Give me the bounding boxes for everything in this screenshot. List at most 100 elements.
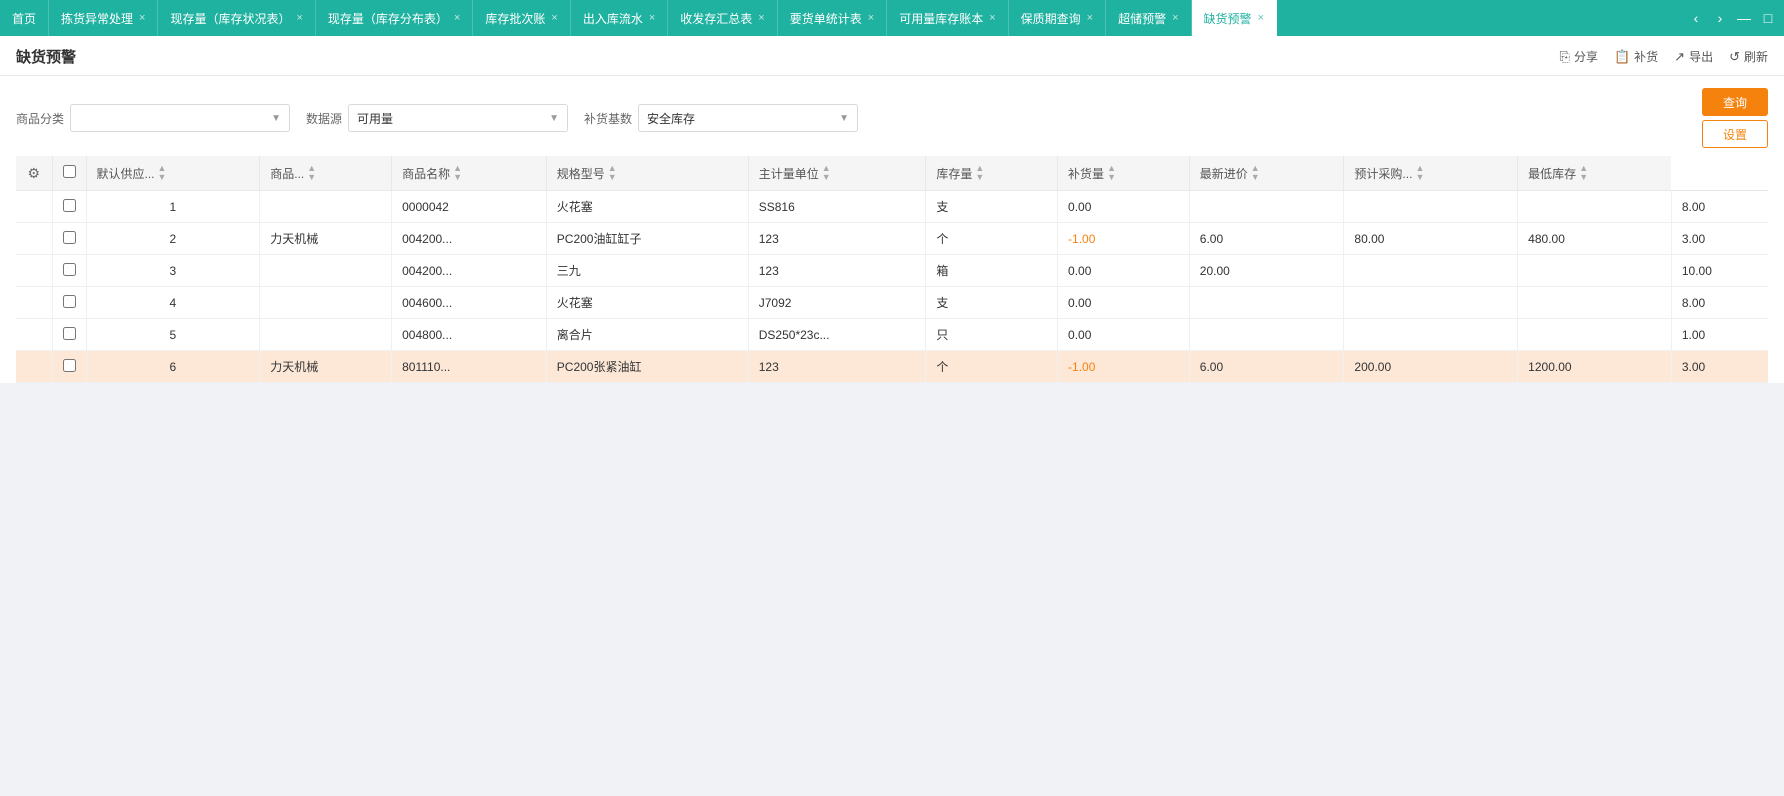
export-icon: ↗	[1674, 49, 1685, 65]
tab-picking[interactable]: 拣货异常处理 ×	[49, 0, 158, 36]
column-settings-icon[interactable]: ⚙	[27, 165, 40, 181]
row-goods-name-4: 离合片	[546, 319, 748, 351]
tab-summary[interactable]: 收发存汇总表 ×	[668, 0, 777, 36]
row-supplier-4	[260, 319, 392, 351]
tab-available-book[interactable]: 可用量库存账本 ×	[887, 0, 1008, 36]
sort-est-purchase-icon[interactable]: ▲▼	[1415, 164, 1424, 182]
row-check-3[interactable]	[52, 287, 86, 319]
share-button[interactable]: ⎘ 分享	[1560, 48, 1598, 65]
tab-flow[interactable]: 出入库流水 ×	[571, 0, 668, 36]
table-row[interactable]: 2 力天机械 004200... PC200油缸缸子 123 个 -1.00 6…	[16, 223, 1768, 255]
close-tab-expiry[interactable]: ×	[1087, 12, 1093, 24]
tab-overstock[interactable]: 超储预警 ×	[1106, 0, 1191, 36]
settings-button[interactable]: 设置	[1702, 120, 1768, 148]
sort-replenish-icon[interactable]: ▲▼	[1107, 164, 1116, 182]
row-check-2[interactable]	[52, 255, 86, 287]
sort-min-stock-icon[interactable]: ▲▼	[1579, 164, 1588, 182]
row-est-purchase-0	[1518, 191, 1672, 223]
category-label: 商品分类	[16, 110, 64, 127]
close-tab-flow[interactable]: ×	[649, 12, 655, 24]
row-spec-4: DS250*23c...	[748, 319, 926, 351]
table-row[interactable]: 4 004600... 火花塞 J7092 支 0.00 8.00	[16, 287, 1768, 319]
export-button[interactable]: ↗ 导出	[1674, 48, 1713, 65]
close-tab-inventory-dist[interactable]: ×	[454, 12, 460, 24]
sort-stock-icon[interactable]: ▲▼	[975, 164, 984, 182]
replenish-select[interactable]: 安全库存 ▼	[638, 104, 858, 132]
refresh-button[interactable]: ↺ 刷新	[1729, 48, 1768, 65]
select-all-checkbox[interactable]	[63, 165, 76, 178]
sort-latest-price-icon[interactable]: ▲▼	[1251, 164, 1260, 182]
row-check-1[interactable]	[52, 223, 86, 255]
th-check	[52, 156, 86, 191]
datasource-select-value: 可用量	[357, 110, 549, 127]
tab-inventory-status[interactable]: 现存量（库存状况表） ×	[158, 0, 315, 36]
tab-shortage[interactable]: 缺货预警 ×	[1192, 0, 1277, 36]
row-goods-name-2: 三九	[546, 255, 748, 287]
th-est-purchase: 预计采购... ▲▼	[1344, 156, 1518, 191]
row-goods-code-4: 004800...	[392, 319, 547, 351]
sort-goods-name-icon[interactable]: ▲▼	[453, 164, 462, 182]
row-checkbox-5[interactable]	[63, 359, 76, 372]
row-checkbox-4[interactable]	[63, 327, 76, 340]
close-tab-overstock[interactable]: ×	[1172, 12, 1178, 24]
replenish-button[interactable]: 📋 补货	[1614, 48, 1658, 65]
row-checkbox-1[interactable]	[63, 231, 76, 244]
table-container: ⚙ 默认供应... ▲▼	[0, 156, 1784, 383]
close-tab-inventory-status[interactable]: ×	[296, 12, 302, 24]
table-header-row: ⚙ 默认供应... ▲▼	[16, 156, 1768, 191]
row-min-stock-5: 3.00	[1671, 351, 1768, 383]
row-goods-code-0: 0000042	[392, 191, 547, 223]
sort-spec-icon[interactable]: ▲▼	[608, 164, 617, 182]
row-checkbox-3[interactable]	[63, 295, 76, 308]
table-row[interactable]: 3 004200... 三九 123 箱 0.00 20.00 10.00	[16, 255, 1768, 287]
row-supplier-5: 力天机械	[260, 351, 392, 383]
datasource-select[interactable]: 可用量 ▼	[348, 104, 568, 132]
row-checkbox-2[interactable]	[63, 263, 76, 276]
row-goods-code-1: 004200...	[392, 223, 547, 255]
row-min-stock-0: 8.00	[1671, 191, 1768, 223]
replenish-filter-group: 补货基数 安全库存 ▼	[584, 104, 858, 132]
table-row[interactable]: 5 004800... 离合片 DS250*23c... 只 0.00 1.00	[16, 319, 1768, 351]
row-gear-1	[16, 223, 52, 255]
close-tab-shortage[interactable]: ×	[1258, 12, 1264, 24]
close-tab-picking[interactable]: ×	[139, 12, 145, 24]
row-check-0[interactable]	[52, 191, 86, 223]
datasource-label: 数据源	[306, 110, 342, 127]
row-min-stock-1: 3.00	[1671, 223, 1768, 255]
row-unit-5: 个	[926, 351, 1058, 383]
th-goods-name: 商品名称 ▲▼	[392, 156, 547, 191]
sort-goods-code-icon[interactable]: ▲▼	[307, 164, 316, 182]
filter-actions: 查询 设置	[1702, 88, 1768, 148]
window-maximize[interactable]: □	[1756, 6, 1780, 30]
row-est-purchase-1: 480.00	[1518, 223, 1672, 255]
row-check-4[interactable]	[52, 319, 86, 351]
table-body: 1 0000042 火花塞 SS816 支 0.00 8.00 2 力天机械 0…	[16, 191, 1768, 383]
row-supplier-2	[260, 255, 392, 287]
tab-expiry[interactable]: 保质期查询 ×	[1009, 0, 1106, 36]
th-spec: 规格型号 ▲▼	[546, 156, 748, 191]
close-tab-available-book[interactable]: ×	[989, 12, 995, 24]
category-select[interactable]: ▼	[70, 104, 290, 132]
row-check-5[interactable]	[52, 351, 86, 383]
tab-inventory-dist[interactable]: 现存量（库存分布表） ×	[316, 0, 473, 36]
row-gear-3	[16, 287, 52, 319]
window-minimize[interactable]: —	[1732, 6, 1756, 30]
close-tab-order-stat[interactable]: ×	[868, 12, 874, 24]
close-tab-batch-account[interactable]: ×	[551, 12, 557, 24]
tab-order-stat[interactable]: 要货单统计表 ×	[778, 0, 887, 36]
tab-scroll-right[interactable]: ›	[1708, 6, 1732, 30]
close-tab-summary[interactable]: ×	[758, 12, 764, 24]
row-checkbox-0[interactable]	[63, 199, 76, 212]
query-button[interactable]: 查询	[1702, 88, 1768, 116]
row-gear-5	[16, 351, 52, 383]
tab-batch-account[interactable]: 库存批次账 ×	[473, 0, 570, 36]
row-replenish-5: 6.00	[1189, 351, 1344, 383]
row-unit-4: 只	[926, 319, 1058, 351]
table-row[interactable]: 1 0000042 火花塞 SS816 支 0.00 8.00	[16, 191, 1768, 223]
sort-supplier-icon[interactable]: ▲▼	[158, 164, 167, 182]
tab-scroll-left[interactable]: ‹	[1684, 6, 1708, 30]
table-row[interactable]: 6 力天机械 801110... PC200张紧油缸 123 个 -1.00 6…	[16, 351, 1768, 383]
main-content: 缺货预警 ⎘ 分享 📋 补货 ↗ 导出 ↺ 刷新 商品分类	[0, 36, 1784, 383]
sort-unit-icon[interactable]: ▲▼	[822, 164, 831, 182]
tab-home[interactable]: 首页	[0, 0, 49, 36]
